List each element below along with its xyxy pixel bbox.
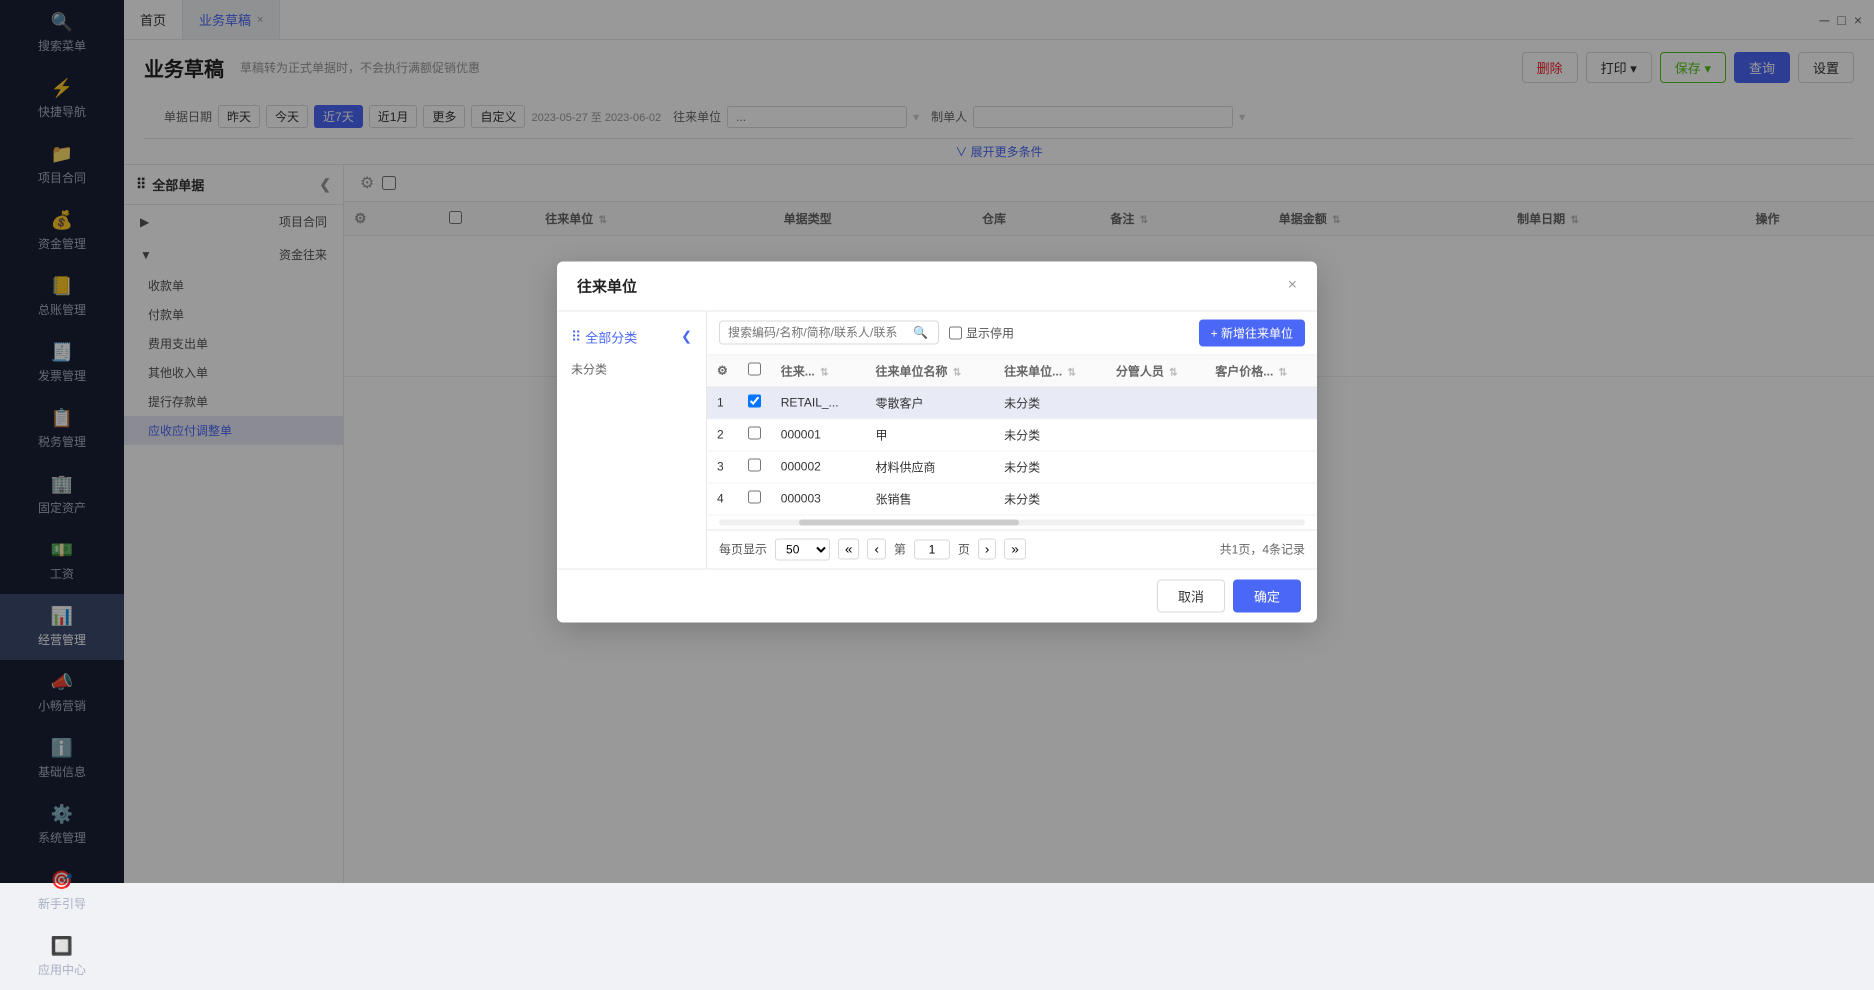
sidebar-item-app-center[interactable]: 🔲 应用中心 [0,924,124,990]
modal-col-name: 往来单位名称 ⇅ [865,355,994,387]
modal-col-gear[interactable]: ⚙ [707,355,738,387]
per-page-select[interactable]: 50 20 100 [775,538,830,560]
row3-name: 材料供应商 [865,451,994,483]
modal-table-row-4[interactable]: 4 000003 张销售 未分类 [707,483,1317,515]
row1-no: 1 [707,387,738,419]
row3-manager [1106,451,1205,483]
row3-checkbox[interactable] [738,451,771,483]
add-partner-button[interactable]: + 新增往来单位 [1199,319,1305,346]
row1-code: RETAIL_... [771,387,866,419]
show-disabled-checkbox[interactable] [949,326,962,339]
sidebar-item-label: 应用中心 [38,961,86,978]
next-page-btn[interactable]: › [978,539,996,560]
modal-col-manager: 分管人员 ⇅ [1106,355,1205,387]
modal-select-all[interactable] [748,363,761,376]
modal-all-category[interactable]: ⠿ 全部分类 ❮ [557,319,706,354]
modal-pagination: 每页显示 50 20 100 « ‹ 第 页 › » 共1页，4条记录 [707,529,1317,568]
modal-col-price: 客户价格... ⇅ [1205,355,1317,387]
modal-search-input[interactable] [728,326,913,340]
modal-collapse-icon[interactable]: ❮ [681,329,692,345]
modal-actions: 取消 确定 [557,568,1317,622]
row1-checkbox[interactable] [738,387,771,419]
per-page-label: 每页显示 [719,541,767,558]
app-center-icon: 🔲 [51,936,73,957]
modal-cancel-btn[interactable]: 取消 [1157,579,1225,612]
row4-no: 4 [707,483,738,515]
modal-col-category: 往来单位... ⇅ [994,355,1106,387]
row2-category: 未分类 [994,419,1106,451]
row4-name: 张销售 [865,483,994,515]
row2-price [1205,419,1317,451]
row4-price [1205,483,1317,515]
row3-no: 3 [707,451,738,483]
modal-right: 🔍 显示停用 + 新增往来单位 ⚙ 往来... ⇅ 往来单位名称 [707,311,1317,568]
modal-body: ⠿ 全部分类 ❮ 未分类 🔍 显示停用 + 新增往来单位 [557,311,1317,568]
modal-table: ⚙ 往来... ⇅ 往来单位名称 ⇅ 往来单位... ⇅ 分管人员 ⇅ 客户价格… [707,355,1317,515]
col-gear-icon[interactable]: ⚙ [717,364,728,378]
row2-name: 甲 [865,419,994,451]
row4-code: 000003 [771,483,866,515]
modal-scrollbar[interactable] [719,519,1305,525]
all-category-label: 全部分类 [585,327,637,346]
row4-category: 未分类 [994,483,1106,515]
sidebar-item-label: 新手引导 [38,895,86,912]
modal-table-row-2[interactable]: 2 000001 甲 未分类 [707,419,1317,451]
modal-title: 往来单位 [577,275,637,296]
page-total-text: 共1页，4条记录 [1220,541,1305,558]
row2-manager [1106,419,1205,451]
partner-modal: 往来单位 × ⠿ 全部分类 ❮ 未分类 🔍 显示停用 [557,261,1317,622]
prev-page-btn[interactable]: ‹ [867,539,885,560]
modal-unclassified-category[interactable]: 未分类 [557,354,706,383]
row4-checkbox[interactable] [738,483,771,515]
modal-header: 往来单位 × [557,261,1317,311]
row2-no: 2 [707,419,738,451]
row1-price [1205,387,1317,419]
modal-close-btn[interactable]: × [1288,277,1297,295]
modal-table-row-3[interactable]: 3 000002 材料供应商 未分类 [707,451,1317,483]
modal-categories: ⠿ 全部分类 ❮ 未分类 [557,311,707,568]
row2-code: 000001 [771,419,866,451]
last-page-btn[interactable]: » [1004,539,1025,560]
row1-manager [1106,387,1205,419]
row1-category: 未分类 [994,387,1106,419]
page-label: 第 [894,541,906,558]
scrollbar-thumb[interactable] [799,519,1019,525]
show-disabled-text: 显示停用 [966,324,1014,341]
modal-search-icon: 🔍 [913,326,928,340]
grid-icon: ⠿ [571,328,581,345]
modal-table-row-1[interactable]: 1 RETAIL_... 零散客户 未分类 [707,387,1317,419]
page-suffix: 页 [958,541,970,558]
first-page-btn[interactable]: « [838,539,859,560]
modal-toolbar: 🔍 显示停用 + 新增往来单位 [707,311,1317,355]
modal-confirm-btn[interactable]: 确定 [1233,579,1301,612]
modal-col-checkbox[interactable] [738,355,771,387]
modal-col-code: 往来... ⇅ [771,355,866,387]
modal-table-wrap: ⚙ 往来... ⇅ 往来单位名称 ⇅ 往来单位... ⇅ 分管人员 ⇅ 客户价格… [707,355,1317,515]
row4-manager [1106,483,1205,515]
row3-category: 未分类 [994,451,1106,483]
row1-name: 零散客户 [865,387,994,419]
page-number-input[interactable] [914,539,950,559]
row2-checkbox[interactable] [738,419,771,451]
row3-price [1205,451,1317,483]
row3-code: 000002 [771,451,866,483]
modal-search-box: 🔍 [719,321,939,345]
show-disabled-label[interactable]: 显示停用 [949,324,1014,341]
